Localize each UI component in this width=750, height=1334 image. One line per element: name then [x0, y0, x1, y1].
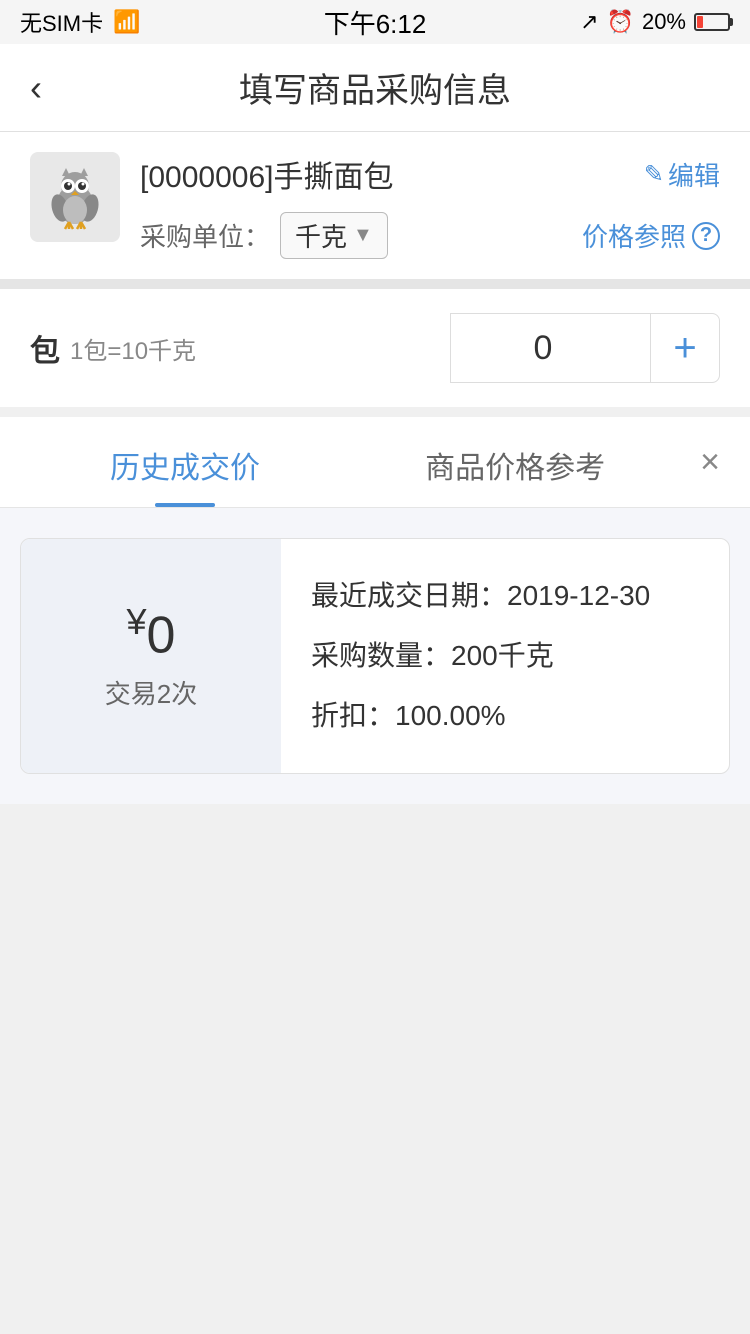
quantity-section: 包 1包=10千克 + [0, 289, 750, 407]
unit-value: 千克 [295, 217, 347, 254]
carrier-text: 无SIM卡 [20, 6, 103, 38]
status-left: 无SIM卡 📶 [20, 6, 141, 38]
status-right: ↗ ⏰ 20% [580, 9, 730, 35]
status-time: 下午6:12 [324, 4, 427, 41]
price-ref-label: 价格参照 [582, 217, 686, 254]
price-ref-button[interactable]: 价格参照 ? [582, 217, 720, 254]
history-qty-label: 采购数量： [311, 640, 451, 671]
unit-label: 采购单位： 千克 ▼ [140, 212, 388, 259]
battery-pct: 20% [642, 9, 686, 35]
history-price-block: ¥0 交易2次 [21, 539, 281, 773]
qty-unit-hint: 1包=10千克 [70, 331, 196, 366]
history-date-value: 2019-12-30 [507, 580, 650, 611]
tab-close-button[interactable]: × [680, 433, 730, 492]
tab-product-price-ref[interactable]: 商品价格参考 [350, 417, 680, 507]
product-unit-row: 采购单位： 千克 ▼ 价格参照 ? [140, 212, 720, 259]
quantity-controls: + [450, 313, 720, 383]
tab-section: 历史成交价 商品价格参考 × ¥0 交易2次 最近成交日期：2019-12-30… [0, 417, 750, 804]
unit-select[interactable]: 千克 ▼ [280, 212, 388, 259]
history-card: ¥0 交易2次 最近成交日期：2019-12-30 采购数量：200千克 折扣：… [20, 538, 730, 774]
product-thumbnail [30, 152, 120, 242]
quantity-label: 包 1包=10千克 [30, 326, 196, 370]
page-title: 填写商品采购信息 [239, 63, 511, 112]
product-section: [0000006]手撕面包 ✎ 编辑 采购单位： 千克 ▼ 价格参照 ? [0, 132, 750, 279]
qty-unit-badge: 包 [30, 326, 60, 370]
history-date-label: 最近成交日期： [311, 580, 507, 611]
status-bar: 无SIM卡 📶 下午6:12 ↗ ⏰ 20% [0, 0, 750, 44]
history-discount-value: 100.00% [395, 700, 506, 731]
tab-header: 历史成交价 商品价格参考 × [0, 417, 750, 508]
quantity-plus-button[interactable]: + [650, 313, 720, 383]
history-details: 最近成交日期：2019-12-30 采购数量：200千克 折扣：100.00% [281, 539, 729, 773]
history-qty-value: 200千克 [451, 640, 554, 671]
history-discount-row: 折扣：100.00% [311, 695, 699, 737]
alarm-icon: ⏰ [607, 9, 634, 35]
product-image [40, 162, 110, 232]
edit-icon: ✎ [644, 160, 664, 189]
history-discount-label: 折扣： [311, 700, 395, 731]
help-icon: ? [692, 222, 720, 250]
product-name: [0000006]手撕面包 [140, 152, 393, 196]
product-row: [0000006]手撕面包 ✎ 编辑 采购单位： 千克 ▼ 价格参照 ? [30, 152, 720, 259]
nav-header: ‹ 填写商品采购信息 [0, 44, 750, 132]
quantity-input[interactable] [450, 313, 650, 383]
battery-icon [694, 13, 730, 31]
history-qty-row: 采购数量：200千克 [311, 635, 699, 677]
wifi-icon: 📶 [113, 9, 140, 35]
edit-button[interactable]: ✎ 编辑 [644, 156, 720, 193]
history-times: 交易2次 [105, 674, 197, 711]
tab-history-price[interactable]: 历史成交价 [20, 417, 350, 507]
dropdown-arrow-icon: ▼ [353, 224, 373, 247]
section-divider [0, 279, 750, 289]
back-button[interactable]: ‹ [20, 57, 52, 119]
history-price-value: ¥0 [127, 601, 176, 665]
location-icon: ↗ [580, 9, 598, 35]
product-name-row: [0000006]手撕面包 ✎ 编辑 [140, 152, 720, 196]
tab-content: ¥0 交易2次 最近成交日期：2019-12-30 采购数量：200千克 折扣：… [0, 508, 750, 804]
edit-label: 编辑 [668, 156, 720, 193]
currency-symbol: ¥ [127, 601, 147, 642]
product-info: [0000006]手撕面包 ✎ 编辑 采购单位： 千克 ▼ 价格参照 ? [140, 152, 720, 259]
history-date-row: 最近成交日期：2019-12-30 [311, 575, 699, 617]
